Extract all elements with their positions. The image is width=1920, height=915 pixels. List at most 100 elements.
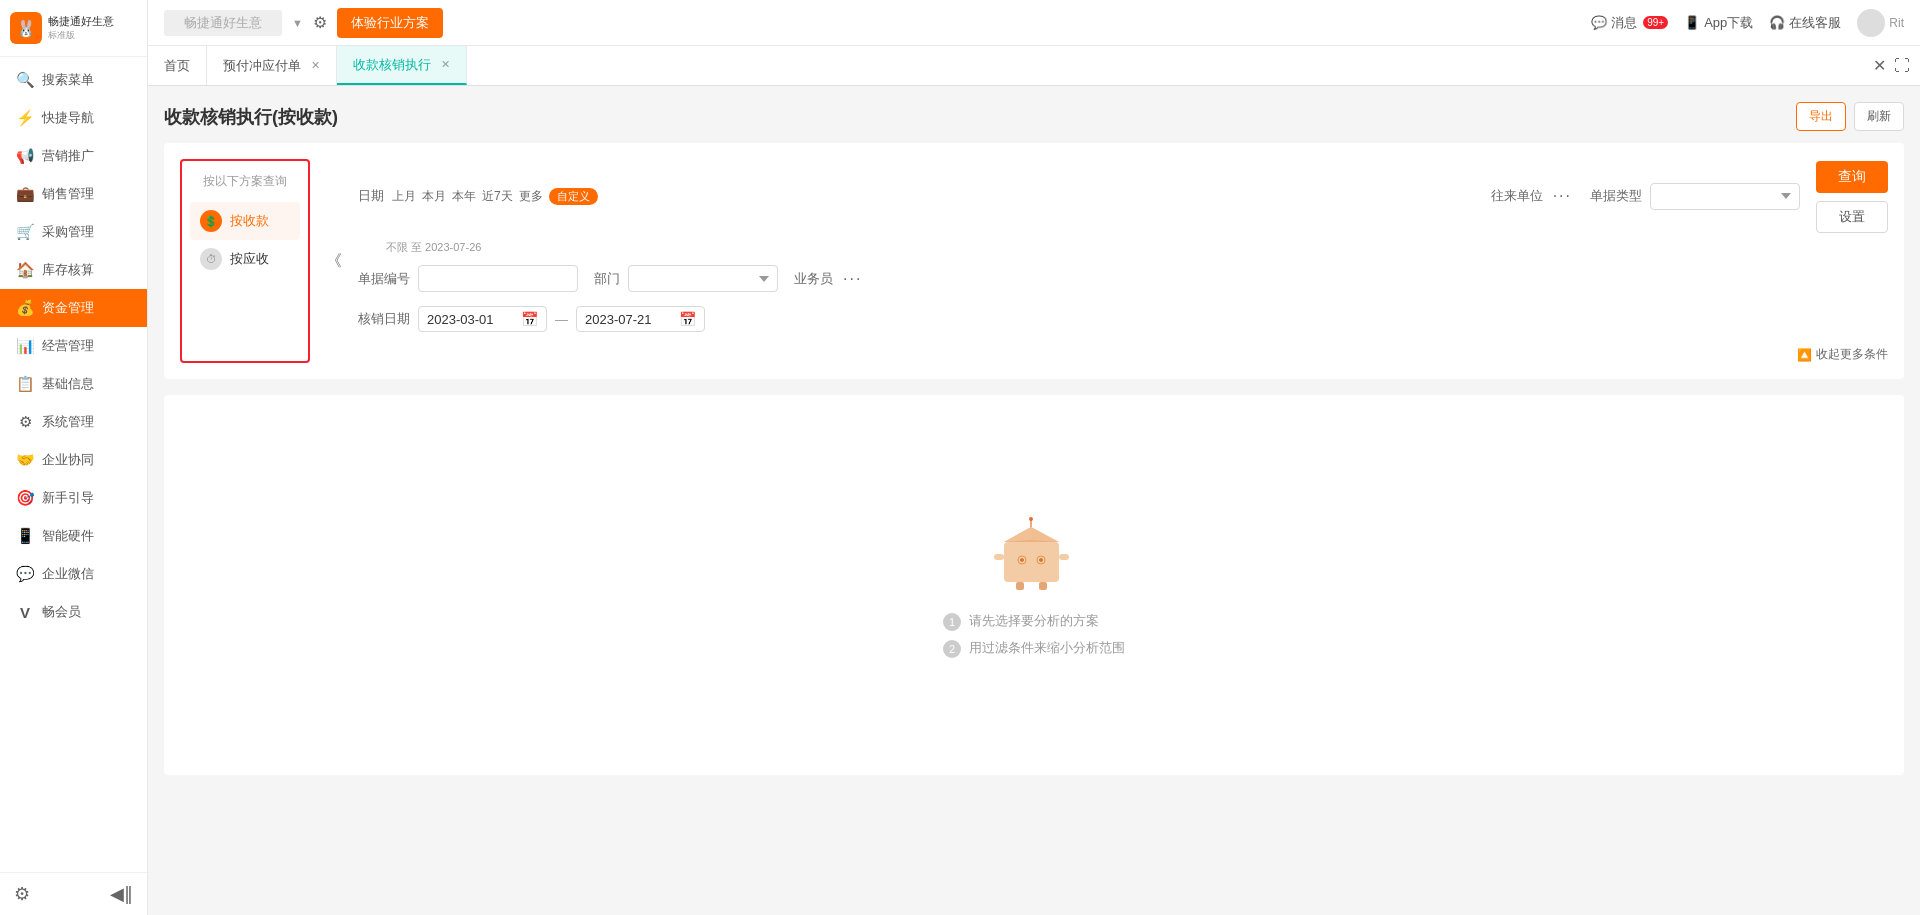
hint-text-1: 请先选择要分析的方案 [969, 612, 1099, 630]
sidebar-item-enterprise[interactable]: 🤝 企业协同 [0, 441, 147, 479]
settings-icon[interactable]: ⚙ [14, 883, 30, 905]
counterparty-dots-btn[interactable]: ··· [1551, 187, 1574, 205]
hardware-icon: 📱 [16, 527, 34, 545]
more-date-link[interactable]: 更多 [519, 188, 543, 205]
sidebar-item-member[interactable]: V 畅会员 [0, 593, 147, 631]
sidebar-item-finance[interactable]: 💰 资金管理 [0, 289, 147, 327]
user-item[interactable]: Rit [1857, 9, 1904, 37]
topbar-dropdown-arrow[interactable]: ▼ [292, 17, 303, 29]
counterparty-label: 往来单位 [1491, 187, 1543, 205]
sidebar-item-inventory[interactable]: 🏠 库存核算 [0, 251, 147, 289]
verify-date-start-wrap: 📅 [418, 306, 547, 332]
filter-option-by-receivable[interactable]: ⏱ 按应收 [190, 240, 300, 278]
svg-point-9 [1029, 517, 1033, 521]
sidebar-item-hardware[interactable]: 📱 智能硬件 [0, 517, 147, 555]
username-label: Rit [1889, 16, 1904, 30]
export-button[interactable]: 导出 [1796, 102, 1846, 131]
sales-icon: 💼 [16, 185, 34, 203]
filter-row-3: 核销日期 📅 — 📅 [358, 306, 1888, 332]
dept-label: 部门 [594, 270, 620, 288]
svg-rect-11 [1039, 582, 1047, 590]
sidebar-item-label: 智能硬件 [42, 527, 94, 545]
bill-type-select[interactable] [1650, 183, 1800, 210]
settings-button[interactable]: 设置 [1816, 201, 1888, 233]
sidebar-item-weixin[interactable]: 💬 企业微信 [0, 555, 147, 593]
weixin-icon: 💬 [16, 565, 34, 583]
refresh-button[interactable]: 刷新 [1854, 102, 1904, 131]
tab-collection[interactable]: 收款核销执行 ✕ [337, 46, 467, 85]
tab-prepay[interactable]: 预付冲应付单 ✕ [207, 46, 337, 85]
topbar-right: 💬 消息 99+ 📱 App下载 🎧 在线客服 Rit [1591, 9, 1904, 37]
sidebar-item-label: 营销推广 [42, 147, 94, 165]
dept-select[interactable] [628, 265, 778, 292]
calendar-start-icon[interactable]: 📅 [521, 311, 538, 327]
svg-rect-12 [994, 554, 1004, 560]
bill-no-label: 单据编号 [358, 270, 410, 288]
svg-marker-2 [1004, 527, 1031, 542]
svg-rect-13 [1059, 554, 1069, 560]
sidebar-item-search[interactable]: 🔍 搜索菜单 [0, 61, 147, 99]
page-title: 收款核销执行(按收款) [164, 105, 338, 129]
sidebar-item-shortcut[interactable]: ⚡ 快捷导航 [0, 99, 147, 137]
topbar-gear-icon[interactable]: ⚙ [313, 13, 327, 32]
filter-option-by-receipt[interactable]: 💲 按收款 [190, 202, 300, 240]
tab-home[interactable]: 首页 [148, 46, 207, 85]
enterprise-icon: 🤝 [16, 451, 34, 469]
filter-row-2: 单据编号 部门 业务员 ··· [358, 265, 1888, 292]
industry-solution-button[interactable]: 体验行业方案 [337, 8, 443, 38]
bill-no-input[interactable] [418, 265, 578, 292]
prepay-tab-close[interactable]: ✕ [311, 59, 320, 72]
expand-tab-icon[interactable]: ⛶ [1894, 57, 1910, 75]
app-download-item[interactable]: 📱 App下载 [1684, 14, 1753, 32]
svg-rect-10 [1016, 582, 1024, 590]
last-month-link[interactable]: 上月 [392, 188, 416, 205]
bill-no-field: 单据编号 [358, 265, 578, 292]
filter-row-1: 日期 上月 本月 本年 近7天 更多 自定义 往来单位 ··· [358, 159, 1888, 233]
online-service-item[interactable]: 🎧 在线客服 [1769, 14, 1841, 32]
empty-state: 1 请先选择要分析的方案 2 用过滤条件来缩小分析范围 [943, 512, 1125, 658]
sidebar-item-label: 资金管理 [42, 299, 94, 317]
this-year-link[interactable]: 本年 [452, 188, 476, 205]
sidebar-item-marketing[interactable]: 📢 营销推广 [0, 137, 147, 175]
verify-date-end-input[interactable] [585, 312, 675, 327]
tabbar-actions: ✕ ⛶ [1863, 46, 1920, 85]
collection-tab-close[interactable]: ✕ [441, 58, 450, 71]
staff-field: 业务员 ··· [794, 270, 864, 288]
this-month-link[interactable]: 本月 [422, 188, 446, 205]
topbar-brand: 畅捷通好生意 [164, 10, 282, 36]
calendar-end-icon[interactable]: 📅 [679, 311, 696, 327]
query-button[interactable]: 查询 [1816, 161, 1888, 193]
shortcut-icon: ⚡ [16, 109, 34, 127]
message-item[interactable]: 💬 消息 99+ [1591, 14, 1668, 32]
custom-date-tag[interactable]: 自定义 [549, 188, 598, 205]
collection-tab-label: 收款核销执行 [353, 56, 431, 74]
date-sub-text: 不限 至 2023-07-26 [358, 239, 481, 255]
date-range-display: 不限 至 2023-07-26 [386, 241, 481, 253]
collapse-more-section: 🔼 收起更多条件 [358, 346, 1888, 363]
last-7days-link[interactable]: 近7天 [482, 188, 513, 205]
message-badge: 99+ [1643, 16, 1668, 29]
collapse-more-btn[interactable]: 🔼 收起更多条件 [1797, 346, 1888, 363]
sidebar-item-guide[interactable]: 🎯 新手引导 [0, 479, 147, 517]
verify-date-start-input[interactable] [427, 312, 517, 327]
filter-fields: 日期 上月 本月 本年 近7天 更多 自定义 往来单位 ··· [358, 159, 1888, 363]
message-label: 消息 [1611, 14, 1637, 32]
collapse-filter-btn[interactable]: 《 [322, 159, 346, 363]
sidebar-item-basic[interactable]: 📋 基础信息 [0, 365, 147, 403]
sidebar-item-system[interactable]: ⚙ 系统管理 [0, 403, 147, 441]
prepay-tab-label: 预付冲应付单 [223, 57, 301, 75]
app-icon: 📱 [1684, 15, 1700, 30]
staff-dots-btn[interactable]: ··· [841, 270, 864, 288]
date-range-sep: — [555, 312, 568, 327]
sidebar-item-sales[interactable]: 💼 销售管理 [0, 175, 147, 213]
sidebar-item-label: 销售管理 [42, 185, 94, 203]
empty-hint-1: 1 请先选择要分析的方案 [943, 612, 1125, 631]
logo-app-name: 畅捷通好生意 [48, 14, 114, 28]
bill-type-label: 单据类型 [1590, 187, 1642, 205]
collapse-sidebar-btn[interactable]: ◀‖ [110, 883, 133, 905]
sidebar-item-operation[interactable]: 📊 经营管理 [0, 327, 147, 365]
close-tab-icon[interactable]: ✕ [1873, 56, 1886, 75]
verify-date-end-wrap: 📅 [576, 306, 705, 332]
sidebar-item-label: 新手引导 [42, 489, 94, 507]
sidebar-item-purchase[interactable]: 🛒 采购管理 [0, 213, 147, 251]
